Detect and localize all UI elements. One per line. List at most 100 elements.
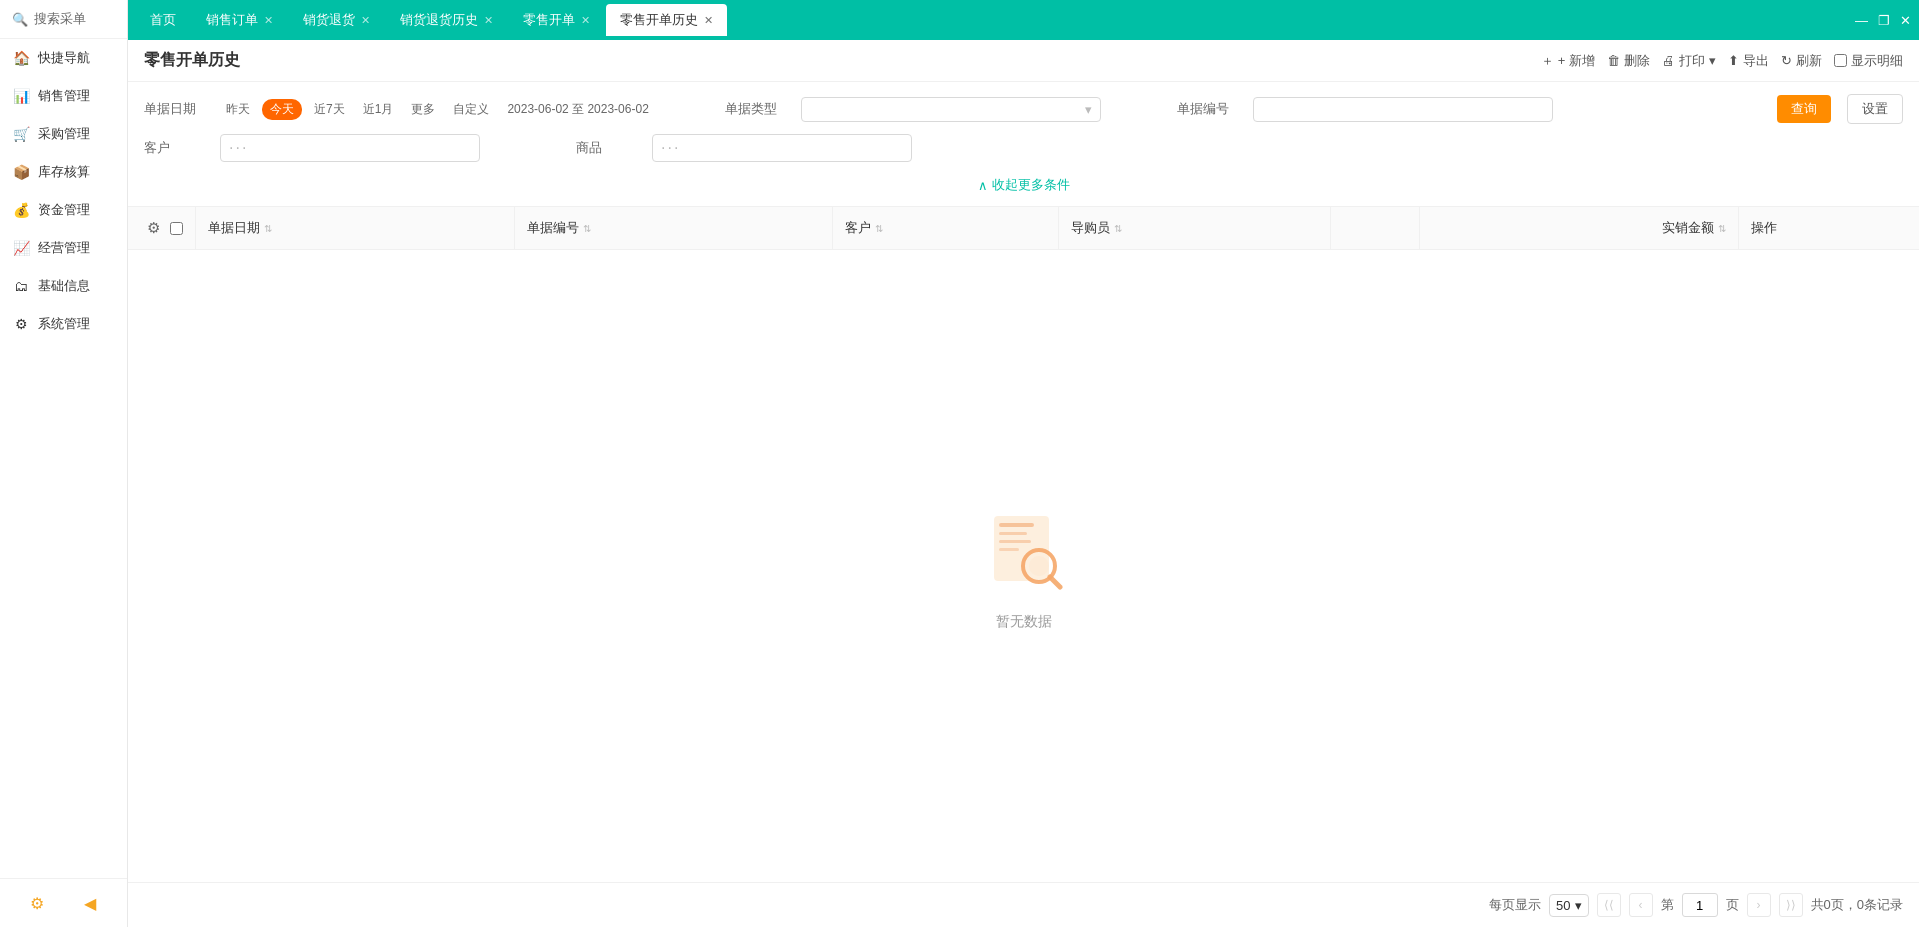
tab-close-sales-return[interactable]: ✕ — [361, 14, 370, 27]
tab-home[interactable]: 首页 — [136, 4, 190, 36]
svg-rect-4 — [999, 548, 1019, 551]
purchase-mgmt-icon: 🛒 — [12, 125, 30, 143]
th-no[interactable]: 单据编号 ⇅ — [514, 207, 833, 250]
sort-guide-icon: ⇅ — [1114, 223, 1122, 234]
tab-close-retail-open[interactable]: ✕ — [581, 14, 590, 27]
customer-select[interactable]: ··· — [220, 134, 480, 162]
prev-page-btn[interactable]: ‹ — [1629, 893, 1653, 917]
settings-button[interactable]: 设置 — [1847, 94, 1903, 124]
date-btn-today[interactable]: 今天 — [262, 99, 302, 120]
refresh-label: 刷新 — [1796, 52, 1822, 70]
sort-no-icon: ⇅ — [583, 223, 591, 234]
display-detail-checkbox[interactable] — [1834, 54, 1847, 67]
refresh-icon: ↻ — [1781, 53, 1792, 68]
th-customer[interactable]: 客户 ⇅ — [833, 207, 1059, 250]
customer-dots: ··· — [229, 139, 248, 157]
refresh-button[interactable]: ↻ 刷新 — [1781, 52, 1822, 70]
tab-label-retail-open: 零售开单 — [523, 11, 575, 29]
collapse-label: 收起更多条件 — [992, 176, 1070, 194]
doc-type-select[interactable]: ▾ — [801, 97, 1101, 122]
doc-no-label: 单据编号 — [1177, 100, 1237, 118]
add-button[interactable]: ＋ + 新增 — [1541, 52, 1595, 70]
sidebar-item-quick-nav[interactable]: 🏠 快捷导航 — [0, 39, 127, 77]
tab-label-retail-history: 零售开单历史 — [620, 11, 698, 29]
purchase-mgmt-label: 采购管理 — [38, 125, 90, 143]
add-label: + 新增 — [1558, 52, 1595, 70]
per-page-select[interactable]: 50 ▾ — [1549, 894, 1588, 917]
query-button[interactable]: 查询 — [1777, 95, 1831, 123]
sidebar-item-inventory-check[interactable]: 📦 库存核算 — [0, 153, 127, 191]
empty-illustration — [974, 501, 1074, 601]
per-page-value: 50 — [1556, 898, 1570, 913]
print-icon: 🖨 — [1662, 53, 1675, 68]
tab-sales-order[interactable]: 销售订单✕ — [192, 4, 287, 36]
th-spacer — [1330, 207, 1419, 250]
filter-area: 单据日期 昨天 今天 近7天 近1月 更多 自定义 2023-06-02 至 2… — [128, 82, 1919, 207]
last-page-btn[interactable]: ⟩⟩ — [1779, 893, 1803, 917]
basic-info-icon: 🗂 — [12, 277, 30, 295]
collapse-icon: ∧ — [978, 178, 988, 193]
sidebar-item-purchase-mgmt[interactable]: 🛒 采购管理 — [0, 115, 127, 153]
th-guide[interactable]: 导购员 ⇅ — [1058, 207, 1330, 250]
tab-sales-return[interactable]: 销货退货✕ — [289, 4, 384, 36]
tab-close-sales-order[interactable]: ✕ — [264, 14, 273, 27]
sidebar-search[interactable]: 🔍 搜索采单 — [0, 0, 127, 39]
doc-type-chevron-icon: ▾ — [1085, 102, 1092, 117]
export-button[interactable]: ⬆ 导出 — [1728, 52, 1769, 70]
operation-mgmt-icon: 📈 — [12, 239, 30, 257]
sidebar-item-operation-mgmt[interactable]: 📈 经营管理 — [0, 229, 127, 267]
goods-label: 商品 — [576, 139, 636, 157]
date-btn-more[interactable]: 更多 — [405, 99, 441, 120]
select-all-checkbox[interactable] — [170, 222, 183, 235]
next-page-btn[interactable]: › — [1747, 893, 1771, 917]
tab-retail-history[interactable]: 零售开单历史 ✕ — [606, 4, 727, 36]
th-no-label: 单据编号 — [527, 219, 579, 237]
print-button[interactable]: 🖨 打印 ▾ — [1662, 52, 1716, 70]
tab-close-retail-history[interactable]: ✕ — [704, 14, 713, 27]
date-btn-1month[interactable]: 近1月 — [357, 99, 400, 120]
close-window-btn[interactable]: ✕ — [1900, 13, 1911, 28]
sort-date-icon: ⇅ — [264, 223, 272, 234]
minimize-btn[interactable]: — — [1855, 13, 1868, 28]
display-detail-label: 显示明细 — [1851, 52, 1903, 70]
page-number-input[interactable] — [1682, 893, 1718, 917]
table-settings-icon[interactable]: ⚙ — [140, 215, 166, 241]
sidebar-search-label: 搜索采单 — [34, 10, 86, 28]
doc-no-input[interactable] — [1253, 97, 1553, 122]
empty-state: 暂无数据 — [128, 250, 1919, 882]
th-date[interactable]: 单据日期 ⇅ — [196, 207, 515, 250]
sidebar-item-finance-mgmt[interactable]: 💰 资金管理 — [0, 191, 127, 229]
tab-label-sales-return-history: 销货退货历史 — [400, 11, 478, 29]
sort-customer-icon: ⇅ — [875, 223, 883, 234]
first-page-btn[interactable]: ⟨⟨ — [1597, 893, 1621, 917]
svg-line-7 — [1050, 577, 1060, 587]
tab-retail-open[interactable]: 零售开单 ✕ — [509, 4, 604, 36]
collapse-filter-btn[interactable]: ∧ 收起更多条件 — [144, 172, 1903, 198]
query-label: 查询 — [1791, 100, 1817, 118]
restore-btn[interactable]: ❐ — [1878, 13, 1890, 28]
sidebar-item-basic-info[interactable]: 🗂 基础信息 — [0, 267, 127, 305]
settings-bottom-btn[interactable]: ⚙ — [23, 889, 51, 917]
system-mgmt-icon: ⚙ — [12, 315, 30, 333]
inventory-check-label: 库存核算 — [38, 163, 90, 181]
tab-label-home: 首页 — [150, 11, 176, 29]
display-detail-btn[interactable]: 显示明细 — [1834, 52, 1903, 70]
date-btn-custom[interactable]: 自定义 — [447, 99, 495, 120]
finance-mgmt-label: 资金管理 — [38, 201, 90, 219]
tab-close-sales-return-history[interactable]: ✕ — [484, 14, 493, 27]
th-amount[interactable]: 实销金额 ⇅ — [1420, 207, 1739, 250]
goods-select[interactable]: ··· — [652, 134, 912, 162]
delete-button[interactable]: 🗑 删除 — [1607, 52, 1650, 70]
sidebar-item-system-mgmt[interactable]: ⚙ 系统管理 — [0, 305, 127, 343]
date-btn-yesterday[interactable]: 昨天 — [220, 99, 256, 120]
page-suffix: 页 — [1726, 896, 1739, 914]
tab-sales-return-history[interactable]: 销货退货历史 ✕ — [386, 4, 507, 36]
th-guide-label: 导购员 — [1071, 219, 1110, 237]
page-title: 零售开单历史 — [144, 50, 240, 71]
sidebar-item-sales-mgmt[interactable]: 📊 销售管理 — [0, 77, 127, 115]
date-btn-7days[interactable]: 近7天 — [308, 99, 351, 120]
collapse-sidebar-btn[interactable]: ◀ — [76, 889, 104, 917]
svg-rect-2 — [999, 532, 1027, 535]
th-amount-label: 实销金额 — [1662, 219, 1714, 237]
delete-icon: 🗑 — [1607, 53, 1620, 68]
